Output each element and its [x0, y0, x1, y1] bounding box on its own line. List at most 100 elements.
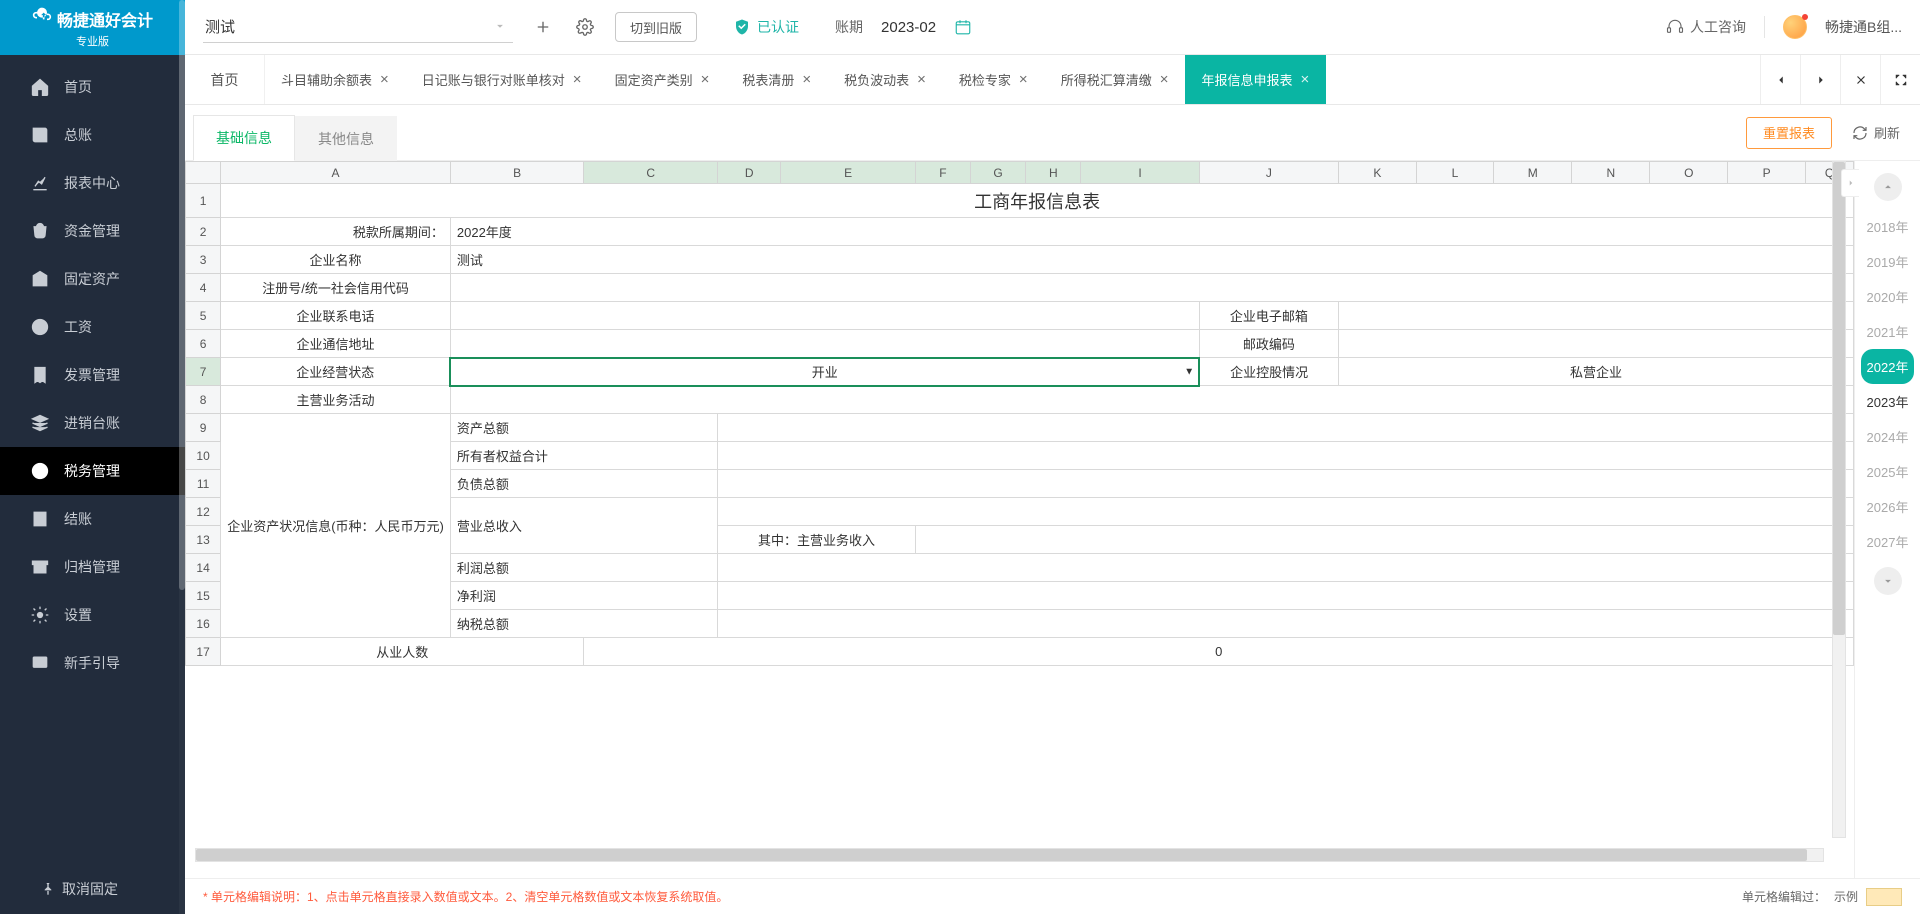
- cell[interactable]: [718, 414, 1854, 442]
- year-item[interactable]: 2023年: [1861, 384, 1915, 419]
- cell[interactable]: 企业经营状态: [221, 358, 451, 386]
- cell[interactable]: [718, 498, 1854, 526]
- sidebar-item-settings[interactable]: 设置: [0, 591, 185, 639]
- cell[interactable]: 资产总额: [450, 414, 717, 442]
- gear-icon[interactable]: [573, 15, 597, 39]
- sidebar-item-home[interactable]: 首页: [0, 63, 185, 111]
- cell[interactable]: 主营业务活动: [221, 386, 451, 414]
- sheet-hscrollbar[interactable]: [195, 848, 1824, 862]
- sidebar-item-guide[interactable]: 新手引导: [0, 639, 185, 687]
- cell[interactable]: 利润总额: [450, 554, 717, 582]
- tab[interactable]: 税检专家×: [943, 55, 1045, 104]
- sidebar-item-asset[interactable]: 固定资产: [0, 255, 185, 303]
- calendar-icon[interactable]: [954, 15, 972, 39]
- year-item[interactable]: 2026年: [1861, 489, 1915, 524]
- cell[interactable]: 企业控股情况: [1199, 358, 1338, 386]
- tab[interactable]: 日记账与银行对账单核对×: [406, 55, 599, 104]
- pin-toggle[interactable]: 取消固定: [40, 879, 118, 899]
- support-link[interactable]: 人工咨询: [1666, 17, 1746, 37]
- year-item[interactable]: 2027年: [1861, 524, 1915, 559]
- subtab[interactable]: 基础信息: [193, 115, 295, 161]
- cell[interactable]: [718, 554, 1854, 582]
- row-header[interactable]: 7: [186, 358, 221, 386]
- sidebar-item-stock[interactable]: 进销台账: [0, 399, 185, 447]
- row-header[interactable]: 4: [186, 274, 221, 302]
- col-header[interactable]: H: [1026, 162, 1081, 184]
- corner-cell[interactable]: [186, 162, 221, 184]
- year-item[interactable]: 2025年: [1861, 454, 1915, 489]
- refresh-button[interactable]: 刷新: [1852, 123, 1900, 142]
- cell[interactable]: 税款所属期间：: [221, 218, 451, 246]
- tab-close-icon[interactable]: ×: [917, 71, 926, 88]
- cell[interactable]: [450, 302, 1199, 330]
- spreadsheet[interactable]: ABCDEFGHIJKLMNOPQ1工商年报信息表2税款所属期间：2022年度3…: [185, 161, 1854, 878]
- col-header[interactable]: I: [1081, 162, 1199, 184]
- sidebar-item-close[interactable]: 结账: [0, 495, 185, 543]
- tab[interactable]: 固定资产类别×: [599, 55, 727, 104]
- tab[interactable]: 税负波动表×: [828, 55, 943, 104]
- col-header[interactable]: A: [221, 162, 451, 184]
- tabs-close-icon[interactable]: [1840, 55, 1880, 104]
- col-header[interactable]: P: [1728, 162, 1806, 184]
- tab-close-icon[interactable]: ×: [1300, 71, 1309, 88]
- col-header[interactable]: M: [1494, 162, 1572, 184]
- row-header[interactable]: 3: [186, 246, 221, 274]
- cell[interactable]: 负债总额: [450, 470, 717, 498]
- cell[interactable]: [915, 526, 1853, 554]
- row-header[interactable]: 14: [186, 554, 221, 582]
- company-select[interactable]: [203, 11, 513, 43]
- username[interactable]: 畅捷通B组...: [1825, 17, 1902, 37]
- sidebar-scrollbar[interactable]: [179, 0, 185, 914]
- row-header[interactable]: 6: [186, 330, 221, 358]
- rail-collapse-icon[interactable]: [1841, 169, 1859, 197]
- tab-close-icon[interactable]: ×: [802, 71, 811, 88]
- year-item[interactable]: 2018年: [1861, 209, 1915, 244]
- cell[interactable]: [450, 274, 1853, 302]
- cell[interactable]: [1339, 330, 1854, 358]
- row-header[interactable]: 10: [186, 442, 221, 470]
- col-header[interactable]: K: [1339, 162, 1417, 184]
- col-header[interactable]: F: [915, 162, 970, 184]
- cell[interactable]: 其中：主营业务收入: [718, 526, 916, 554]
- year-item[interactable]: 2019年: [1861, 244, 1915, 279]
- cell[interactable]: 企业电子邮箱: [1199, 302, 1338, 330]
- col-header[interactable]: O: [1650, 162, 1728, 184]
- year-prev-icon[interactable]: [1874, 173, 1902, 201]
- tab[interactable]: 税表清册×: [726, 55, 828, 104]
- row-header[interactable]: 17: [186, 638, 221, 666]
- year-next-icon[interactable]: [1874, 567, 1902, 595]
- row-header[interactable]: 1: [186, 184, 221, 218]
- dropdown-arrow-icon[interactable]: ▼: [1184, 366, 1194, 377]
- row-header[interactable]: 8: [186, 386, 221, 414]
- cell[interactable]: [718, 442, 1854, 470]
- company-input[interactable]: [203, 11, 513, 43]
- row-header[interactable]: 13: [186, 526, 221, 554]
- sidebar-item-invoice[interactable]: 发票管理: [0, 351, 185, 399]
- sidebar-item-archive[interactable]: 归档管理: [0, 543, 185, 591]
- sheet-vscrollbar[interactable]: [1832, 161, 1846, 838]
- switch-old-button[interactable]: 切到旧版: [615, 12, 697, 42]
- tab[interactable]: 所得税汇算清缴×: [1045, 55, 1186, 104]
- col-header[interactable]: G: [970, 162, 1025, 184]
- tab-home[interactable]: 首页: [185, 55, 265, 104]
- cell[interactable]: 营业总收入: [450, 498, 717, 554]
- tabs-next-icon[interactable]: [1800, 55, 1840, 104]
- col-header[interactable]: L: [1416, 162, 1493, 184]
- cell[interactable]: [450, 330, 1199, 358]
- cell[interactable]: 企业资产状况信息(币种：人民币万元): [221, 414, 451, 638]
- tab-close-icon[interactable]: ×: [380, 71, 389, 88]
- year-item[interactable]: 2024年: [1861, 419, 1915, 454]
- cell[interactable]: 邮政编码: [1199, 330, 1338, 358]
- cell[interactable]: [718, 610, 1854, 638]
- row-header[interactable]: 12: [186, 498, 221, 526]
- cell[interactable]: 测试: [450, 246, 1853, 274]
- tab[interactable]: 年报信息申报表×: [1185, 55, 1326, 104]
- cell[interactable]: 企业通信地址: [221, 330, 451, 358]
- add-company-icon[interactable]: [531, 15, 555, 39]
- cell[interactable]: [718, 582, 1854, 610]
- sidebar-item-ledger[interactable]: 总账: [0, 111, 185, 159]
- tab-close-icon[interactable]: ×: [1160, 71, 1169, 88]
- cell[interactable]: [1339, 302, 1854, 330]
- row-header[interactable]: 2: [186, 218, 221, 246]
- cell[interactable]: [718, 470, 1854, 498]
